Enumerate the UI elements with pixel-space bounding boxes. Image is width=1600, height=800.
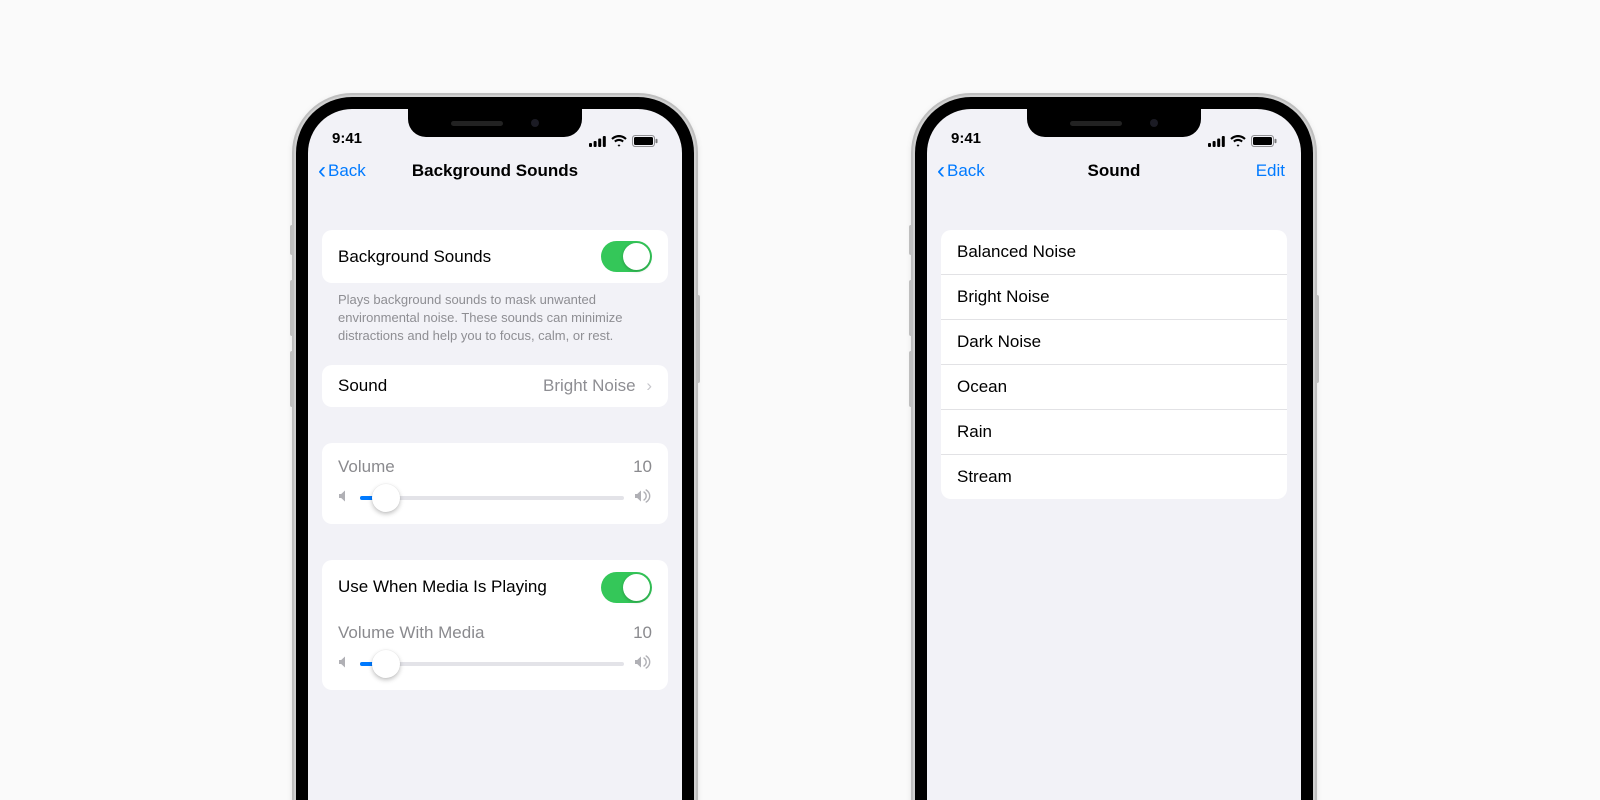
chevron-left-icon: ‹: [937, 159, 945, 183]
back-button[interactable]: ‹ Back: [937, 149, 985, 193]
speaker-low-icon: [338, 489, 350, 508]
volume-media-slider[interactable]: [360, 662, 624, 666]
footer-description: Plays background sounds to mask unwanted…: [322, 283, 668, 345]
page-title: Background Sounds: [412, 161, 578, 181]
row-label: Sound: [338, 376, 387, 396]
speaker-high-icon: [634, 655, 652, 674]
row-label: Use When Media Is Playing: [338, 577, 547, 597]
list-item-label: Ocean: [957, 377, 1007, 396]
status-time: 9:41: [951, 130, 981, 147]
volume-media-slider-thumb[interactable]: [372, 650, 400, 678]
list-item-label: Bright Noise: [957, 287, 1050, 306]
list-item[interactable]: Bright Noise: [941, 274, 1287, 319]
row-sound[interactable]: Sound Bright Noise ›: [322, 365, 668, 407]
row-use-when-media[interactable]: Use When Media Is Playing: [338, 560, 652, 609]
wifi-icon: [611, 135, 627, 147]
volume-label: Volume: [338, 457, 395, 477]
notch: [408, 109, 582, 137]
group-background-sounds-toggle: Background Sounds: [322, 230, 668, 283]
group-sound-list: Balanced Noise Bright Noise Dark Noise O…: [941, 230, 1287, 499]
cellular-icon: [589, 136, 606, 147]
back-label: Back: [328, 161, 366, 181]
battery-icon: [1251, 135, 1277, 147]
toggle-background-sounds[interactable]: [601, 241, 652, 272]
speaker-high-icon: [634, 489, 652, 508]
cellular-icon: [1208, 136, 1225, 147]
list-item[interactable]: Dark Noise: [941, 319, 1287, 364]
speaker-low-icon: [338, 655, 350, 674]
list-item-label: Stream: [957, 467, 1012, 486]
toggle-use-when-media[interactable]: [601, 572, 652, 603]
back-button[interactable]: ‹ Back: [318, 149, 366, 193]
phone-sound-list: 9:41 ‹ Back Soun: [913, 95, 1315, 800]
volume-down-button: [909, 351, 913, 407]
volume-value: 10: [633, 457, 652, 477]
nav-bar: ‹ Back Background Sounds: [308, 149, 682, 194]
notch: [1027, 109, 1201, 137]
list-item[interactable]: Ocean: [941, 364, 1287, 409]
chevron-left-icon: ‹: [318, 159, 326, 183]
volume-slider[interactable]: [360, 496, 624, 500]
edit-label: Edit: [1256, 161, 1285, 181]
list-item[interactable]: Balanced Noise: [941, 230, 1287, 274]
side-button: [696, 295, 700, 383]
wifi-icon: [1230, 135, 1246, 147]
group-media: Use When Media Is Playing Volume With Me…: [322, 560, 668, 690]
silent-switch: [290, 225, 294, 255]
status-time: 9:41: [332, 130, 362, 147]
row-background-sounds[interactable]: Background Sounds: [322, 230, 668, 283]
battery-icon: [632, 135, 658, 147]
group-sound: Sound Bright Noise ›: [322, 365, 668, 407]
phone-background-sounds: 9:41 ‹ Back Back: [294, 95, 696, 800]
silent-switch: [909, 225, 913, 255]
page-title: Sound: [1088, 161, 1141, 181]
group-volume: Volume 10: [322, 443, 668, 524]
list-item-label: Dark Noise: [957, 332, 1041, 351]
side-button: [1315, 295, 1319, 383]
volume-down-button: [290, 351, 294, 407]
list-item-label: Balanced Noise: [957, 242, 1076, 261]
list-item[interactable]: Rain: [941, 409, 1287, 454]
nav-bar: ‹ Back Sound Edit: [927, 149, 1301, 194]
row-label: Background Sounds: [338, 247, 491, 267]
volume-up-button: [290, 280, 294, 336]
volume-media-value: 10: [633, 623, 652, 643]
list-item-label: Rain: [957, 422, 992, 441]
back-label: Back: [947, 161, 985, 181]
volume-slider-thumb[interactable]: [372, 484, 400, 512]
row-value: Bright Noise: [543, 376, 636, 395]
edit-button[interactable]: Edit: [1256, 149, 1285, 193]
volume-up-button: [909, 280, 913, 336]
list-item[interactable]: Stream: [941, 454, 1287, 499]
volume-media-label: Volume With Media: [338, 623, 484, 643]
chevron-right-icon: ›: [646, 376, 652, 395]
